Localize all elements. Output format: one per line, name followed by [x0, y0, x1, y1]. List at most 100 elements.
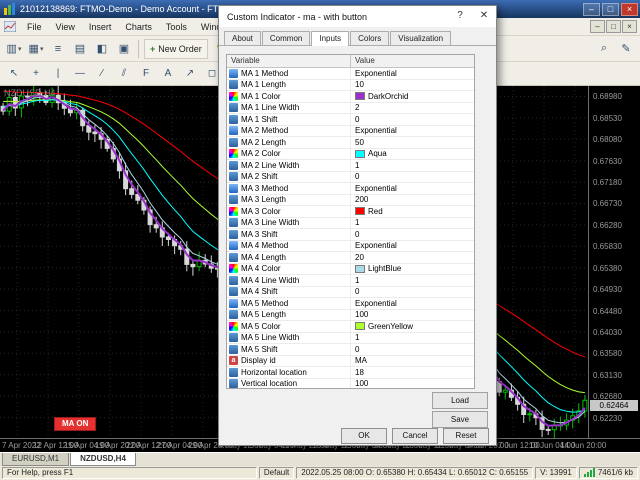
table-row[interactable]: MA 4 Color LightBlue — [227, 263, 474, 275]
param-value-cell[interactable]: 1 — [351, 218, 474, 229]
tab-about[interactable]: About — [224, 31, 261, 45]
profiles-button[interactable]: ▦ ▾ — [26, 38, 46, 59]
param-value-cell[interactable]: 1 — [351, 275, 474, 286]
mdi-close-button[interactable]: × — [622, 20, 637, 33]
chart-tab-nzdusd-h4[interactable]: NZDUSD,H4 — [70, 453, 136, 466]
mdi-minimize-button[interactable]: – — [590, 20, 605, 33]
tab-visualization[interactable]: Visualization — [390, 31, 452, 45]
table-row[interactable]: MA 2 Method Exponential — [227, 125, 474, 137]
price-scale[interactable]: 0.62464 0.68980 0.68530 0.68080 0.67630 0.67… — [588, 86, 640, 438]
ok-button[interactable]: OK — [341, 428, 387, 444]
cursor-button[interactable]: ↖ — [4, 63, 24, 84]
maximize-button[interactable]: □ — [602, 2, 619, 16]
vertical-line-button[interactable]: | — [48, 63, 68, 84]
mdi-restore-button[interactable]: □ — [606, 20, 621, 33]
table-row[interactable]: MA 3 Line Width 1 — [227, 217, 474, 229]
param-value-cell[interactable]: Exponential — [351, 183, 474, 194]
param-value-cell[interactable]: 20 — [351, 252, 474, 263]
arrows-button[interactable]: ↗ — [180, 63, 200, 84]
tab-common[interactable]: Common — [261, 31, 311, 45]
param-value-cell[interactable]: 100 — [351, 379, 474, 388]
table-row[interactable]: a Display id MA — [227, 355, 474, 367]
param-value-cell[interactable]: 0 — [351, 114, 474, 125]
table-row[interactable]: MA 1 Method Exponential — [227, 68, 474, 80]
table-row[interactable]: MA 2 Length 50 — [227, 137, 474, 149]
table-row[interactable]: MA 4 Length 20 — [227, 252, 474, 264]
table-row[interactable]: MA 1 Color DarkOrchid — [227, 91, 474, 103]
param-value-cell[interactable]: 100 — [351, 310, 474, 321]
table-row[interactable]: MA 4 Shift 0 — [227, 286, 474, 298]
minimize-button[interactable]: – — [583, 2, 600, 16]
close-button[interactable]: × — [621, 2, 638, 16]
table-row[interactable]: MA 5 Color GreenYellow — [227, 321, 474, 333]
status-profile[interactable]: Default — [258, 467, 295, 479]
table-row[interactable]: MA 5 Line Width 1 — [227, 332, 474, 344]
tab-colors[interactable]: Colors — [350, 31, 390, 45]
table-row[interactable]: MA 4 Method Exponential — [227, 240, 474, 252]
menu-insert[interactable]: Insert — [82, 20, 119, 34]
dialog-title-bar[interactable]: Custom Indicator - ma - with button ? ✕ — [219, 6, 496, 27]
save-button[interactable]: Save — [432, 411, 488, 428]
table-row[interactable]: MA 5 Method Exponential — [227, 298, 474, 310]
param-value-cell[interactable]: DarkOrchid — [351, 91, 474, 102]
param-value-cell[interactable]: 2 — [351, 103, 474, 114]
chart-tab-eurusd-m1[interactable]: EURUSD,M1 — [2, 453, 70, 466]
param-value-cell[interactable]: MA — [351, 356, 474, 367]
param-value-cell[interactable]: 0 — [351, 344, 474, 355]
param-value-cell[interactable]: Exponential — [351, 241, 474, 252]
reset-button[interactable]: Reset — [443, 428, 489, 444]
param-value-cell[interactable]: Exponential — [351, 298, 474, 309]
param-value-cell[interactable]: 1 — [351, 333, 474, 344]
table-row[interactable]: MA 2 Color Aqua — [227, 148, 474, 160]
param-value-cell[interactable]: 1 — [351, 160, 474, 171]
tab-inputs[interactable]: Inputs — [311, 31, 350, 46]
load-button[interactable]: Load — [432, 392, 488, 409]
param-value-cell[interactable]: GreenYellow — [351, 321, 474, 332]
param-value-cell[interactable]: Aqua — [351, 149, 474, 160]
edit-button[interactable]: ✎ — [616, 38, 636, 59]
text-label-button[interactable]: A — [158, 63, 178, 84]
param-value-cell[interactable]: 50 — [351, 137, 474, 148]
menu-file[interactable]: File — [20, 20, 49, 34]
menu-charts[interactable]: Charts — [118, 20, 159, 34]
param-value-cell[interactable]: 0 — [351, 287, 474, 298]
param-value-cell[interactable]: 0 — [351, 229, 474, 240]
table-row[interactable]: Horizontal location 18 — [227, 367, 474, 379]
cancel-button[interactable]: Cancel — [392, 428, 438, 444]
channel-button[interactable]: ⫽ — [114, 63, 134, 84]
horizontal-line-button[interactable]: — — [70, 63, 90, 84]
new-order-button[interactable]: + New Order — [144, 38, 208, 59]
terminal-button[interactable]: ▣ — [114, 38, 134, 59]
search-button[interactable]: ⌕ — [594, 38, 614, 59]
data-window-button[interactable]: ▤ — [70, 38, 90, 59]
param-value-cell[interactable]: Exponential — [351, 126, 474, 137]
table-row[interactable]: MA 1 Length 10 — [227, 79, 474, 91]
table-row[interactable]: MA 3 Method Exponential — [227, 183, 474, 195]
dialog-help-button[interactable]: ? — [448, 6, 472, 27]
table-row[interactable]: MA 1 Line Width 2 — [227, 102, 474, 114]
crosshair-button[interactable]: + — [26, 63, 46, 84]
ma-on-button[interactable]: MA ON — [54, 417, 97, 431]
menu-tools[interactable]: Tools — [159, 20, 194, 34]
table-row[interactable]: Vertical location 100 — [227, 378, 474, 388]
new-chart-button[interactable]: ▥ ▾ — [4, 38, 24, 59]
fibonacci-button[interactable]: F — [136, 63, 156, 84]
table-row[interactable]: MA 5 Length 100 — [227, 309, 474, 321]
table-row[interactable]: MA 1 Shift 0 — [227, 114, 474, 126]
menu-view[interactable]: View — [49, 20, 82, 34]
table-row[interactable]: MA 2 Line Width 1 — [227, 160, 474, 172]
table-row[interactable]: MA 3 Length 200 — [227, 194, 474, 206]
param-value-cell[interactable]: Red — [351, 206, 474, 217]
navigator-button[interactable]: ◧ — [92, 38, 112, 59]
param-value-cell[interactable]: 200 — [351, 195, 474, 206]
dialog-close-button[interactable]: ✕ — [472, 6, 496, 27]
table-row[interactable]: MA 4 Line Width 1 — [227, 275, 474, 287]
param-value-cell[interactable]: 18 — [351, 367, 474, 378]
table-row[interactable]: MA 3 Color Red — [227, 206, 474, 218]
param-value-cell[interactable]: 10 — [351, 80, 474, 91]
table-row[interactable]: MA 5 Shift 0 — [227, 344, 474, 356]
param-value-cell[interactable]: Exponential — [351, 68, 474, 79]
table-row[interactable]: MA 2 Shift 0 — [227, 171, 474, 183]
param-value-cell[interactable]: 0 — [351, 172, 474, 183]
param-value-cell[interactable]: LightBlue — [351, 264, 474, 275]
